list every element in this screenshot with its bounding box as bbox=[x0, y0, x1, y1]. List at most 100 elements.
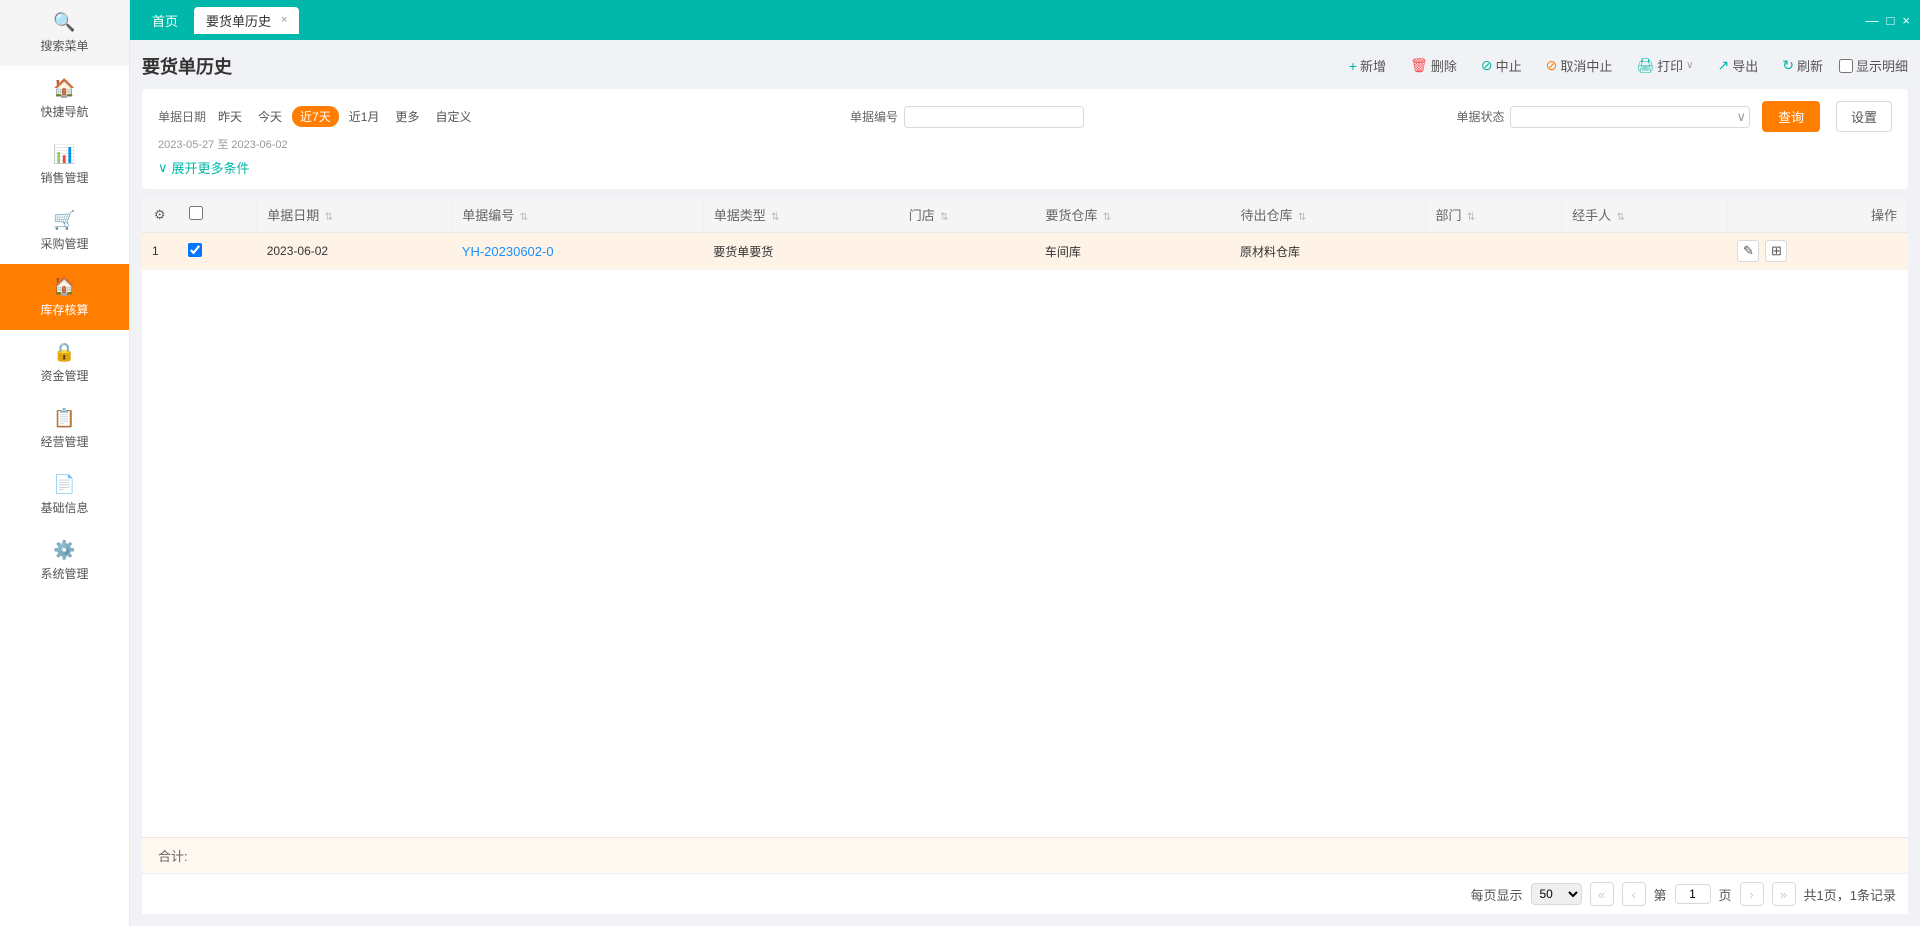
page-title: 要货单历史 bbox=[142, 53, 232, 79]
total-info: 共1页，1条记录 bbox=[1804, 885, 1896, 904]
cancel-stop-label: 取消中止 bbox=[1560, 56, 1612, 75]
sort-orderno-icon: ⇅ bbox=[520, 212, 528, 223]
td-type: 要货单要货 bbox=[703, 233, 898, 270]
th-pendingwarehouse[interactable]: 待出仓库 ⇅ bbox=[1230, 197, 1425, 233]
sidebar-item-inventory[interactable]: 🏠 库存核算 bbox=[0, 264, 129, 330]
sort-reqwarehouse-icon: ⇅ bbox=[1103, 212, 1111, 223]
td-index: 1 bbox=[142, 233, 178, 270]
th-action: 操作 bbox=[1727, 197, 1907, 233]
tab-active[interactable]: 要货单历史 × bbox=[194, 7, 299, 34]
refresh-button[interactable]: ↻ 刷新 bbox=[1774, 52, 1831, 79]
first-page-button[interactable]: « bbox=[1590, 882, 1614, 906]
sidebar-item-sysmgmt[interactable]: ⚙️ 系统管理 bbox=[0, 528, 129, 594]
td-action: ✎ ⊞ bbox=[1727, 233, 1907, 270]
page-label: 第 bbox=[1654, 885, 1667, 904]
print-button[interactable]: 🖨 打印 ∨ bbox=[1628, 52, 1701, 79]
expand-icon: ∨ bbox=[158, 160, 168, 176]
edit-icon: ✎ bbox=[1743, 243, 1754, 259]
next-page-button[interactable]: › bbox=[1740, 882, 1764, 906]
display-detail-toggle[interactable]: 显示明细 bbox=[1839, 56, 1908, 75]
td-store bbox=[898, 233, 1035, 270]
sales-icon: 📊 bbox=[53, 144, 75, 165]
sidebar-item-operations[interactable]: 📋 经营管理 bbox=[0, 396, 129, 462]
sort-pendingwarehouse-icon: ⇅ bbox=[1298, 212, 1306, 223]
td-dept bbox=[1425, 233, 1562, 270]
td-handler bbox=[1562, 233, 1728, 270]
order-link[interactable]: YH-20230602-0 bbox=[462, 244, 554, 259]
sidebar: 🔍 搜索菜单 🏠 快捷导航 📊 销售管理 🛒 采购管理 🏠 库存核算 🔒 资金管… bbox=[0, 0, 130, 926]
baseinfo-icon: 📄 bbox=[53, 474, 75, 495]
status-dropdown-icon[interactable]: ∨ bbox=[1736, 109, 1746, 125]
minimize-icon[interactable]: — bbox=[1866, 13, 1879, 28]
stop-label: 中止 bbox=[1496, 56, 1522, 75]
date-btn-1month[interactable]: 近1月 bbox=[343, 106, 386, 127]
sidebar-search-label: 搜索菜单 bbox=[40, 37, 88, 54]
tab-home[interactable]: 首页 bbox=[140, 7, 190, 34]
sidebar-item-baseinfo[interactable]: 📄 基础信息 bbox=[0, 462, 129, 528]
operations-icon: 📋 bbox=[53, 408, 75, 429]
th-handler[interactable]: 经手人 ⇅ bbox=[1562, 197, 1728, 233]
sidebar-item-search[interactable]: 🔍 搜索菜单 bbox=[0, 0, 129, 66]
cancel-stop-button[interactable]: ⊘ 取消中止 bbox=[1538, 52, 1621, 79]
stop-icon: ⊘ bbox=[1481, 57, 1493, 74]
delete-button[interactable]: 🗑 删除 bbox=[1402, 52, 1465, 79]
expand-more-btn[interactable]: ∨ 展开更多条件 bbox=[158, 158, 1892, 177]
row-detail-button[interactable]: ⊞ bbox=[1765, 240, 1787, 262]
th-orderno[interactable]: 单据编号 ⇅ bbox=[452, 197, 703, 233]
th-reqwarehouse[interactable]: 要货仓库 ⇅ bbox=[1035, 197, 1230, 233]
last-page-button[interactable]: » bbox=[1772, 882, 1796, 906]
export-button[interactable]: ↗ 导出 bbox=[1709, 52, 1766, 79]
th-store[interactable]: 门店 ⇅ bbox=[898, 197, 1035, 233]
td-pendingwarehouse: 原材料仓库 bbox=[1230, 233, 1425, 270]
date-btn-custom[interactable]: 自定义 bbox=[429, 106, 477, 127]
table-row[interactable]: 1 2023-06-02 YH-20230602-0 要货单要货 车间库 原材料… bbox=[142, 233, 1908, 270]
td-date: 2023-06-02 bbox=[257, 233, 452, 270]
select-all-checkbox[interactable] bbox=[189, 206, 203, 220]
date-btn-7days[interactable]: 近7天 bbox=[292, 106, 339, 127]
sidebar-quicknav-label: 快捷导航 bbox=[40, 103, 88, 120]
topbar-window-controls: — □ × bbox=[1866, 13, 1910, 28]
th-type[interactable]: 单据类型 ⇅ bbox=[703, 197, 898, 233]
th-dept[interactable]: 部门 ⇅ bbox=[1425, 197, 1562, 233]
sidebar-item-quicknav[interactable]: 🏠 快捷导航 bbox=[0, 66, 129, 132]
sysmgmt-icon: ⚙️ bbox=[53, 540, 75, 561]
sidebar-finance-label: 资金管理 bbox=[40, 367, 88, 384]
td-checkbox bbox=[178, 233, 257, 270]
filter-status-input[interactable] bbox=[1510, 106, 1750, 128]
row-checkbox[interactable] bbox=[188, 243, 202, 257]
maximize-icon[interactable]: □ bbox=[1887, 13, 1895, 28]
th-settings[interactable]: ⚙ bbox=[142, 197, 178, 233]
tab-close-icon[interactable]: × bbox=[281, 14, 287, 26]
purchase-icon: 🛒 bbox=[53, 210, 75, 231]
new-label: 新增 bbox=[1360, 56, 1386, 75]
display-detail-checkbox[interactable] bbox=[1839, 59, 1853, 73]
date-btn-more[interactable]: 更多 bbox=[389, 106, 425, 127]
query-button[interactable]: 查询 bbox=[1762, 101, 1820, 132]
sidebar-item-finance[interactable]: 🔒 资金管理 bbox=[0, 330, 129, 396]
new-button[interactable]: + 新增 bbox=[1341, 52, 1394, 79]
date-btn-today[interactable]: 今天 bbox=[252, 106, 288, 127]
close-window-icon[interactable]: × bbox=[1902, 13, 1910, 28]
setting-button[interactable]: 设置 bbox=[1836, 101, 1892, 132]
td-orderno: YH-20230602-0 bbox=[452, 233, 703, 270]
sidebar-item-purchase[interactable]: 🛒 采购管理 bbox=[0, 198, 129, 264]
date-btn-yesterday[interactable]: 昨天 bbox=[212, 106, 248, 127]
page-input[interactable] bbox=[1675, 884, 1711, 904]
pagination: 每页显示 10 20 50 100 « ‹ 第 页 › » 共1页，1条记录 bbox=[142, 873, 1908, 914]
th-date[interactable]: 单据日期 ⇅ bbox=[257, 197, 452, 233]
sort-handler-icon: ⇅ bbox=[1617, 212, 1625, 223]
sidebar-baseinfo-label: 基础信息 bbox=[40, 499, 88, 516]
expand-label: 展开更多条件 bbox=[172, 158, 250, 177]
row-edit-button[interactable]: ✎ bbox=[1737, 240, 1759, 262]
date-btn-group: 昨天 今天 近7天 近1月 更多 自定义 bbox=[212, 106, 477, 127]
data-table: ⚙ 单据日期 ⇅ 单据编号 ⇅ bbox=[142, 197, 1908, 270]
filter-date-item: 单据日期 昨天 今天 近7天 近1月 更多 自定义 bbox=[158, 106, 477, 127]
per-page-select[interactable]: 10 20 50 100 bbox=[1531, 883, 1582, 905]
stop-button[interactable]: ⊘ 中止 bbox=[1473, 52, 1530, 79]
filter-status-item: 单据状态 ∨ bbox=[1456, 106, 1746, 128]
content-area: 要货单历史 + 新增 🗑 删除 ⊘ 中止 ⊘ 取消中止 bbox=[130, 40, 1920, 926]
sidebar-item-sales[interactable]: 📊 销售管理 bbox=[0, 132, 129, 198]
prev-page-button[interactable]: ‹ bbox=[1622, 882, 1646, 906]
cancel-stop-icon: ⊘ bbox=[1546, 57, 1558, 74]
filter-orderno-input[interactable] bbox=[904, 106, 1084, 128]
